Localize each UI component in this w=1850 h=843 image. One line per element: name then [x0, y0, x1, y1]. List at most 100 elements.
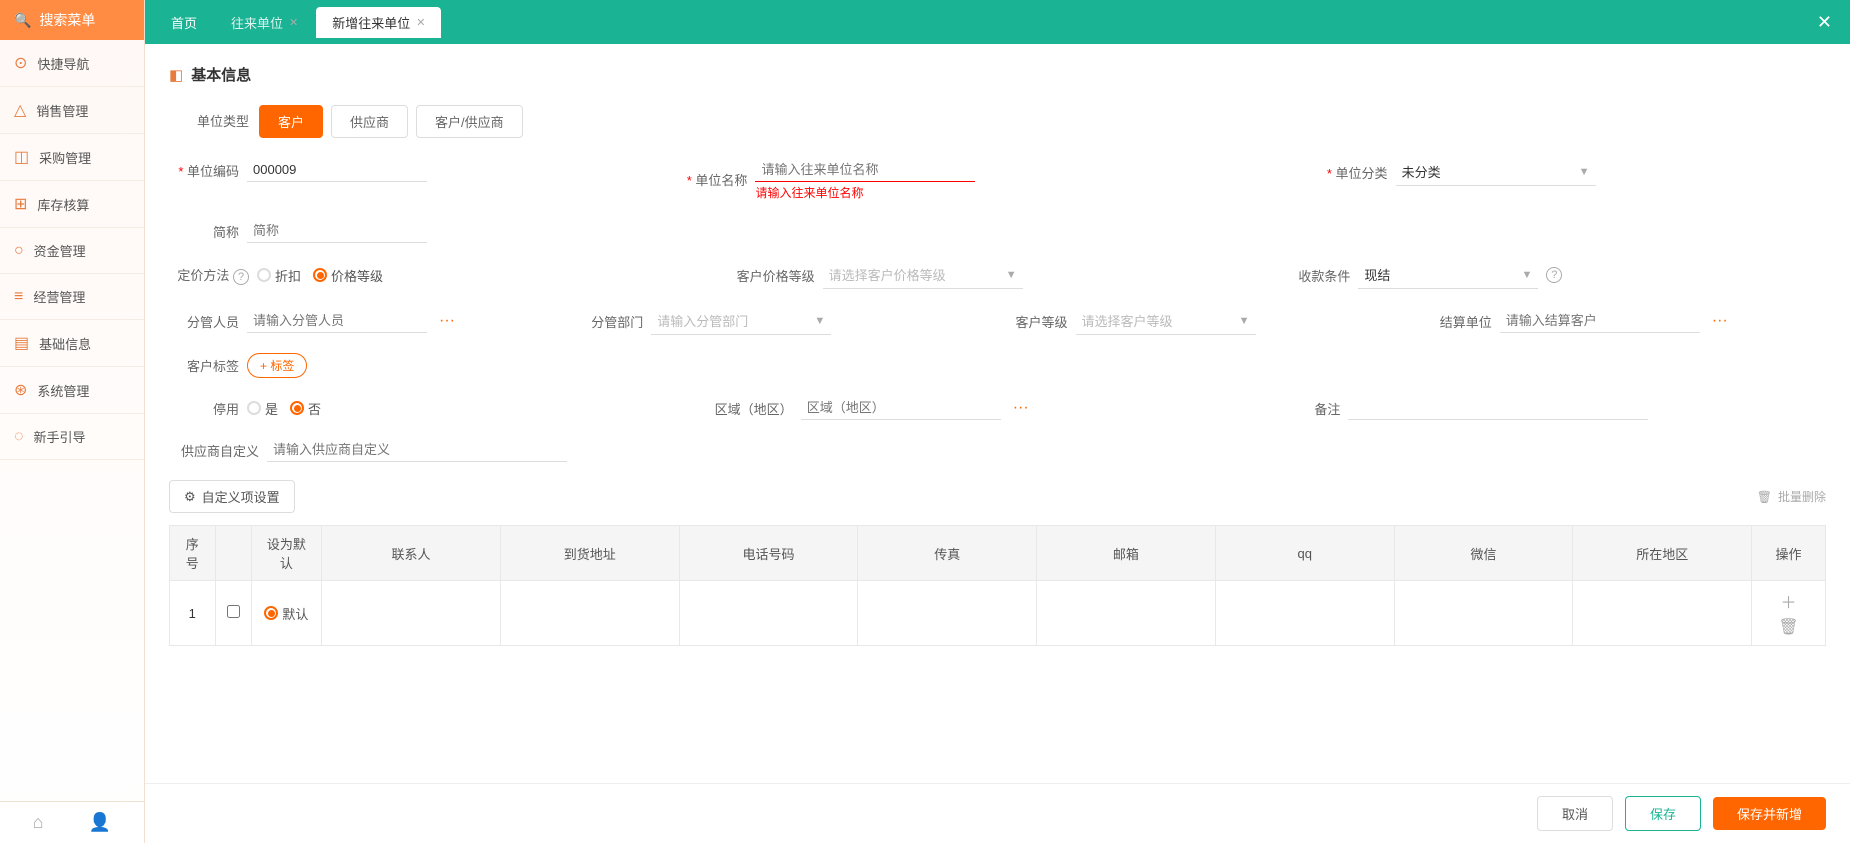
td-fax[interactable] [858, 581, 1037, 646]
td-qq[interactable] [1215, 581, 1394, 646]
sidebar-home-btn[interactable]: ⌂ [33, 812, 44, 833]
region-group: 区域（地区） ··· [715, 396, 1241, 420]
td-region[interactable] [1573, 581, 1752, 646]
sidebar-item-ops[interactable]: ≡ 经营管理 [0, 274, 144, 320]
pricing-discount-circle [257, 268, 271, 282]
manager-more-btn[interactable]: ··· [435, 312, 459, 330]
finance-icon: ○ [14, 242, 24, 260]
name-input[interactable] [755, 158, 975, 182]
save-new-button[interactable]: 保存并新增 [1713, 797, 1826, 830]
sidebar-item-sales[interactable]: △ 销售管理 [0, 87, 144, 134]
code-group: 单位编码 [169, 158, 677, 182]
add-tag-btn[interactable]: + 标签 [247, 353, 307, 378]
settlement-label: 结算单位 [1432, 312, 1492, 331]
settlement-more-btn[interactable]: ··· [1708, 312, 1732, 330]
phone-input[interactable] [690, 606, 848, 621]
region-input[interactable] [801, 396, 1001, 420]
abbr-input[interactable] [247, 219, 427, 243]
fax-input[interactable] [868, 606, 1026, 621]
row-checkbox[interactable] [227, 605, 240, 618]
pricing-level-radio[interactable]: 价格等级 [313, 266, 383, 285]
purchase-label: 采购管理 [39, 148, 91, 167]
section-header: ◧ 基本信息 [169, 64, 1826, 85]
tag-group: 客户标签 + 标签 [169, 353, 1826, 378]
custom-settings-btn[interactable]: ⚙ 自定义项设置 [169, 480, 295, 513]
payment-help-icon[interactable]: ? [1546, 267, 1562, 283]
disable-label: 停用 [169, 399, 239, 418]
save-button[interactable]: 保存 [1625, 796, 1701, 831]
batch-delete-icon: 🗑 [1757, 490, 1772, 504]
row-default-radio[interactable]: 默认 [262, 604, 312, 623]
sidebar-item-guide[interactable]: ◌ 新手引导 [0, 414, 144, 460]
unit-btn-both[interactable]: 客户/供应商 [416, 105, 523, 138]
region-more-btn[interactable]: ··· [1009, 399, 1033, 417]
section-title: 基本信息 [191, 64, 251, 85]
td-wechat[interactable] [1394, 581, 1573, 646]
td-phone[interactable] [679, 581, 858, 646]
unit-btn-customer[interactable]: 客户 [259, 105, 323, 138]
row-region-input[interactable] [1583, 606, 1741, 621]
tab-partner[interactable]: 往来单位 ✕ [215, 7, 314, 38]
tab-bar-close-btn[interactable]: ✕ [1809, 12, 1840, 33]
payment-terms-chevron: ▼ [1521, 269, 1532, 281]
customer-level-select[interactable]: 请选择客户等级 ▼ [1076, 307, 1256, 335]
td-checkbox[interactable] [215, 581, 251, 646]
search-menu-btn[interactable]: 🔍 搜索菜单 [0, 0, 144, 40]
wechat-input[interactable] [1405, 606, 1563, 621]
cancel-button[interactable]: 取消 [1537, 796, 1613, 831]
pricing-help-icon[interactable]: ? [233, 269, 249, 285]
sidebar-item-system[interactable]: ⊛ 系统管理 [0, 367, 144, 414]
th-no: 序号 [170, 526, 216, 581]
tab-partner-close[interactable]: ✕ [289, 16, 298, 29]
sidebar-item-finance[interactable]: ○ 资金管理 [0, 228, 144, 274]
guide-icon: ◌ [14, 428, 24, 446]
category-group: 单位分类 未分类 ▼ [1318, 158, 1826, 186]
sidebar-item-basic[interactable]: ▤ 基础信息 [0, 320, 144, 367]
row-add-btn[interactable]: ＋ [1777, 587, 1801, 615]
unit-btn-supplier[interactable]: 供应商 [331, 105, 408, 138]
name-error-wrapper: 请输入往来单位名称 [755, 158, 975, 201]
row-delete-btn[interactable]: 🗑 [1774, 615, 1802, 639]
sidebar-user-btn[interactable]: 👤 [89, 812, 111, 833]
td-email[interactable] [1037, 581, 1216, 646]
category-select[interactable]: 未分类 ▼ [1396, 158, 1596, 186]
tab-home[interactable]: 首页 [155, 7, 213, 38]
settlement-input[interactable] [1500, 309, 1700, 333]
remark-input[interactable] [1348, 396, 1648, 420]
code-input[interactable] [247, 158, 427, 182]
manager-label: 分管人员 [169, 312, 239, 331]
sidebar-item-purchase[interactable]: ◫ 采购管理 [0, 134, 144, 181]
address-input[interactable] [511, 606, 669, 621]
supplier-custom-label: 供应商自定义 [169, 441, 259, 460]
inventory-label: 库存核算 [37, 195, 89, 214]
disable-yes-label: 是 [265, 399, 278, 418]
tab-home-label: 首页 [171, 13, 197, 32]
tab-new-partner-close[interactable]: ✕ [416, 16, 425, 29]
qq-input[interactable] [1226, 606, 1384, 621]
category-chevron: ▼ [1579, 166, 1590, 178]
custom-settings-label: 自定义项设置 [202, 487, 280, 506]
pricing-level-label: 价格等级 [331, 266, 383, 285]
th-qq: qq [1215, 526, 1394, 581]
manager-input[interactable] [247, 309, 427, 333]
supplier-custom-input[interactable] [267, 438, 567, 462]
sidebar-item-quick-nav[interactable]: ⊙ 快捷导航 [0, 40, 144, 87]
inventory-icon: ⊞ [14, 194, 27, 214]
payment-terms-select[interactable]: 现结 ▼ [1358, 261, 1538, 289]
table-row: 1 默认 [170, 581, 1826, 646]
batch-delete-btn[interactable]: 🗑 批量删除 [1757, 488, 1826, 505]
td-address[interactable] [500, 581, 679, 646]
disable-yes-radio[interactable]: 是 [247, 399, 278, 418]
tab-new-partner[interactable]: 新增往来单位 ✕ [316, 7, 441, 38]
td-contact[interactable] [322, 581, 501, 646]
contact-input[interactable] [332, 606, 490, 621]
disable-no-radio[interactable]: 否 [290, 399, 321, 418]
disable-no-label: 否 [308, 399, 321, 418]
contact-table: 序号 设为默认 联系人 到货地址 电话号码 传真 邮箱 qq 微信 所在地区 操… [169, 525, 1826, 646]
tag-btn-label: + 标签 [260, 357, 294, 374]
email-input[interactable] [1047, 606, 1205, 621]
sidebar-item-inventory[interactable]: ⊞ 库存核算 [0, 181, 144, 228]
dept-select[interactable]: 请输入分管部门 ▼ [651, 307, 831, 335]
pricing-discount-radio[interactable]: 折扣 [257, 266, 301, 285]
price-level-select[interactable]: 请选择客户价格等级 ▼ [823, 261, 1023, 289]
